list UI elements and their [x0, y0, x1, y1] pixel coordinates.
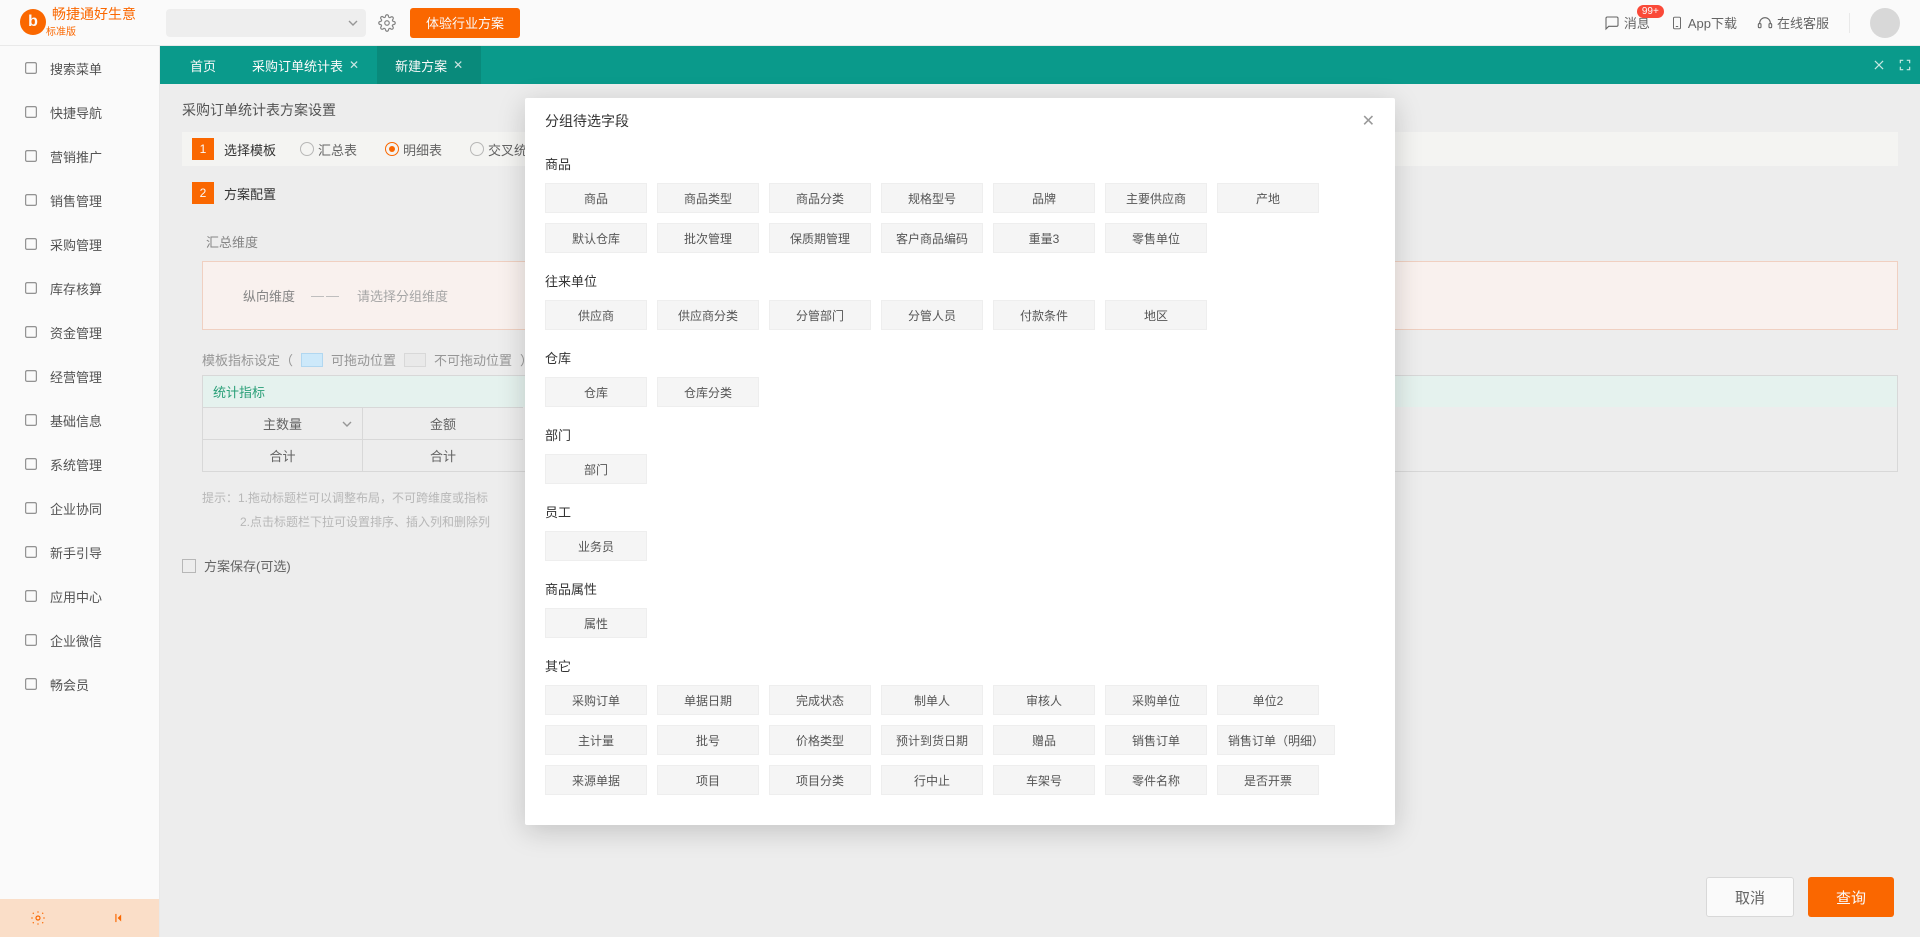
- field-chip[interactable]: 批号: [657, 725, 759, 755]
- field-chip[interactable]: 价格类型: [769, 725, 871, 755]
- field-group: 商品属性属性: [545, 579, 1375, 638]
- field-chip[interactable]: 商品: [545, 183, 647, 213]
- field-chip[interactable]: 销售订单: [1105, 725, 1207, 755]
- field-chip[interactable]: 产地: [1217, 183, 1319, 213]
- field-chip[interactable]: 规格型号: [881, 183, 983, 213]
- field-chip[interactable]: 预计到货日期: [881, 725, 983, 755]
- field-chip[interactable]: 完成状态: [769, 685, 871, 715]
- modal-title: 分组待选字段: [545, 111, 629, 131]
- field-group: 员工业务员: [545, 502, 1375, 561]
- field-chip[interactable]: 行中止: [881, 765, 983, 795]
- field-chip[interactable]: 品牌: [993, 183, 1095, 213]
- field-chip[interactable]: 地区: [1105, 300, 1207, 330]
- chip-row: 仓库仓库分类: [545, 377, 1375, 407]
- field-chip[interactable]: 仓库分类: [657, 377, 759, 407]
- field-group-title: 往来单位: [545, 271, 1375, 290]
- field-chip[interactable]: 是否开票: [1217, 765, 1319, 795]
- field-chip[interactable]: 默认仓库: [545, 223, 647, 253]
- field-chip[interactable]: 仓库: [545, 377, 647, 407]
- field-group-title: 其它: [545, 656, 1375, 675]
- field-chip[interactable]: 部门: [545, 454, 647, 484]
- field-chip[interactable]: 项目: [657, 765, 759, 795]
- field-chip[interactable]: 主要供应商: [1105, 183, 1207, 213]
- field-group: 其它采购订单单据日期完成状态制单人审核人采购单位单位2 主计量批号价格类型预计到货…: [545, 656, 1375, 795]
- field-chip[interactable]: 客户商品编码: [881, 223, 983, 253]
- field-group: 商品商品商品类型商品分类规格型号品牌主要供应商产地默认仓库批次管理保质期管理客户…: [545, 154, 1375, 253]
- field-chip[interactable]: 采购单位: [1105, 685, 1207, 715]
- field-group: 往来单位供应商供应商分类分管部门分管人员付款条件地区: [545, 271, 1375, 330]
- modal-body: 商品商品商品类型商品分类规格型号品牌主要供应商产地默认仓库批次管理保质期管理客户…: [525, 144, 1395, 825]
- field-chip[interactable]: 业务员: [545, 531, 647, 561]
- field-chip[interactable]: 销售订单（明细）: [1217, 725, 1335, 755]
- field-chip[interactable]: 赠品: [993, 725, 1095, 755]
- field-chip[interactable]: 重量3: [993, 223, 1095, 253]
- field-chip[interactable]: 审核人: [993, 685, 1095, 715]
- field-chip[interactable]: 车架号: [993, 765, 1095, 795]
- field-chip[interactable]: 零件名称: [1105, 765, 1207, 795]
- chip-row: 业务员: [545, 531, 1375, 561]
- field-chip[interactable]: 供应商分类: [657, 300, 759, 330]
- field-group-title: 商品: [545, 154, 1375, 173]
- field-chip[interactable]: 单据日期: [657, 685, 759, 715]
- field-group-title: 部门: [545, 425, 1375, 444]
- field-chip[interactable]: 批次管理: [657, 223, 759, 253]
- field-chip[interactable]: 付款条件: [993, 300, 1095, 330]
- field-group-title: 员工: [545, 502, 1375, 521]
- field-chip[interactable]: 零售单位: [1105, 223, 1207, 253]
- modal-header: 分组待选字段 ✕: [525, 98, 1395, 144]
- field-picker-modal: 分组待选字段 ✕ 商品商品商品类型商品分类规格型号品牌主要供应商产地默认仓库批次…: [525, 98, 1395, 825]
- field-group-title: 商品属性: [545, 579, 1375, 598]
- chip-row: 属性: [545, 608, 1375, 638]
- chip-row: 商品商品类型商品分类规格型号品牌主要供应商产地默认仓库批次管理保质期管理客户商品…: [545, 183, 1375, 253]
- field-chip[interactable]: 分管部门: [769, 300, 871, 330]
- modal-backdrop: 分组待选字段 ✕ 商品商品商品类型商品分类规格型号品牌主要供应商产地默认仓库批次…: [0, 0, 1920, 937]
- field-chip[interactable]: 制单人: [881, 685, 983, 715]
- field-chip[interactable]: 分管人员: [881, 300, 983, 330]
- field-chip[interactable]: 供应商: [545, 300, 647, 330]
- chip-row: 部门: [545, 454, 1375, 484]
- field-chip[interactable]: 采购订单: [545, 685, 647, 715]
- field-chip[interactable]: 商品类型: [657, 183, 759, 213]
- field-group-title: 仓库: [545, 348, 1375, 367]
- field-chip[interactable]: 主计量: [545, 725, 647, 755]
- field-chip[interactable]: 来源单据: [545, 765, 647, 795]
- field-chip[interactable]: 商品分类: [769, 183, 871, 213]
- field-chip[interactable]: 保质期管理: [769, 223, 871, 253]
- field-chip[interactable]: 单位2: [1217, 685, 1319, 715]
- modal-close-icon[interactable]: ✕: [1362, 111, 1375, 131]
- field-group: 仓库仓库仓库分类: [545, 348, 1375, 407]
- chip-row: 采购订单单据日期完成状态制单人审核人采购单位单位2 主计量批号价格类型预计到货日期…: [545, 685, 1375, 795]
- field-group: 部门部门: [545, 425, 1375, 484]
- field-chip[interactable]: 项目分类: [769, 765, 871, 795]
- chip-row: 供应商供应商分类分管部门分管人员付款条件地区: [545, 300, 1375, 330]
- field-chip[interactable]: 属性: [545, 608, 647, 638]
